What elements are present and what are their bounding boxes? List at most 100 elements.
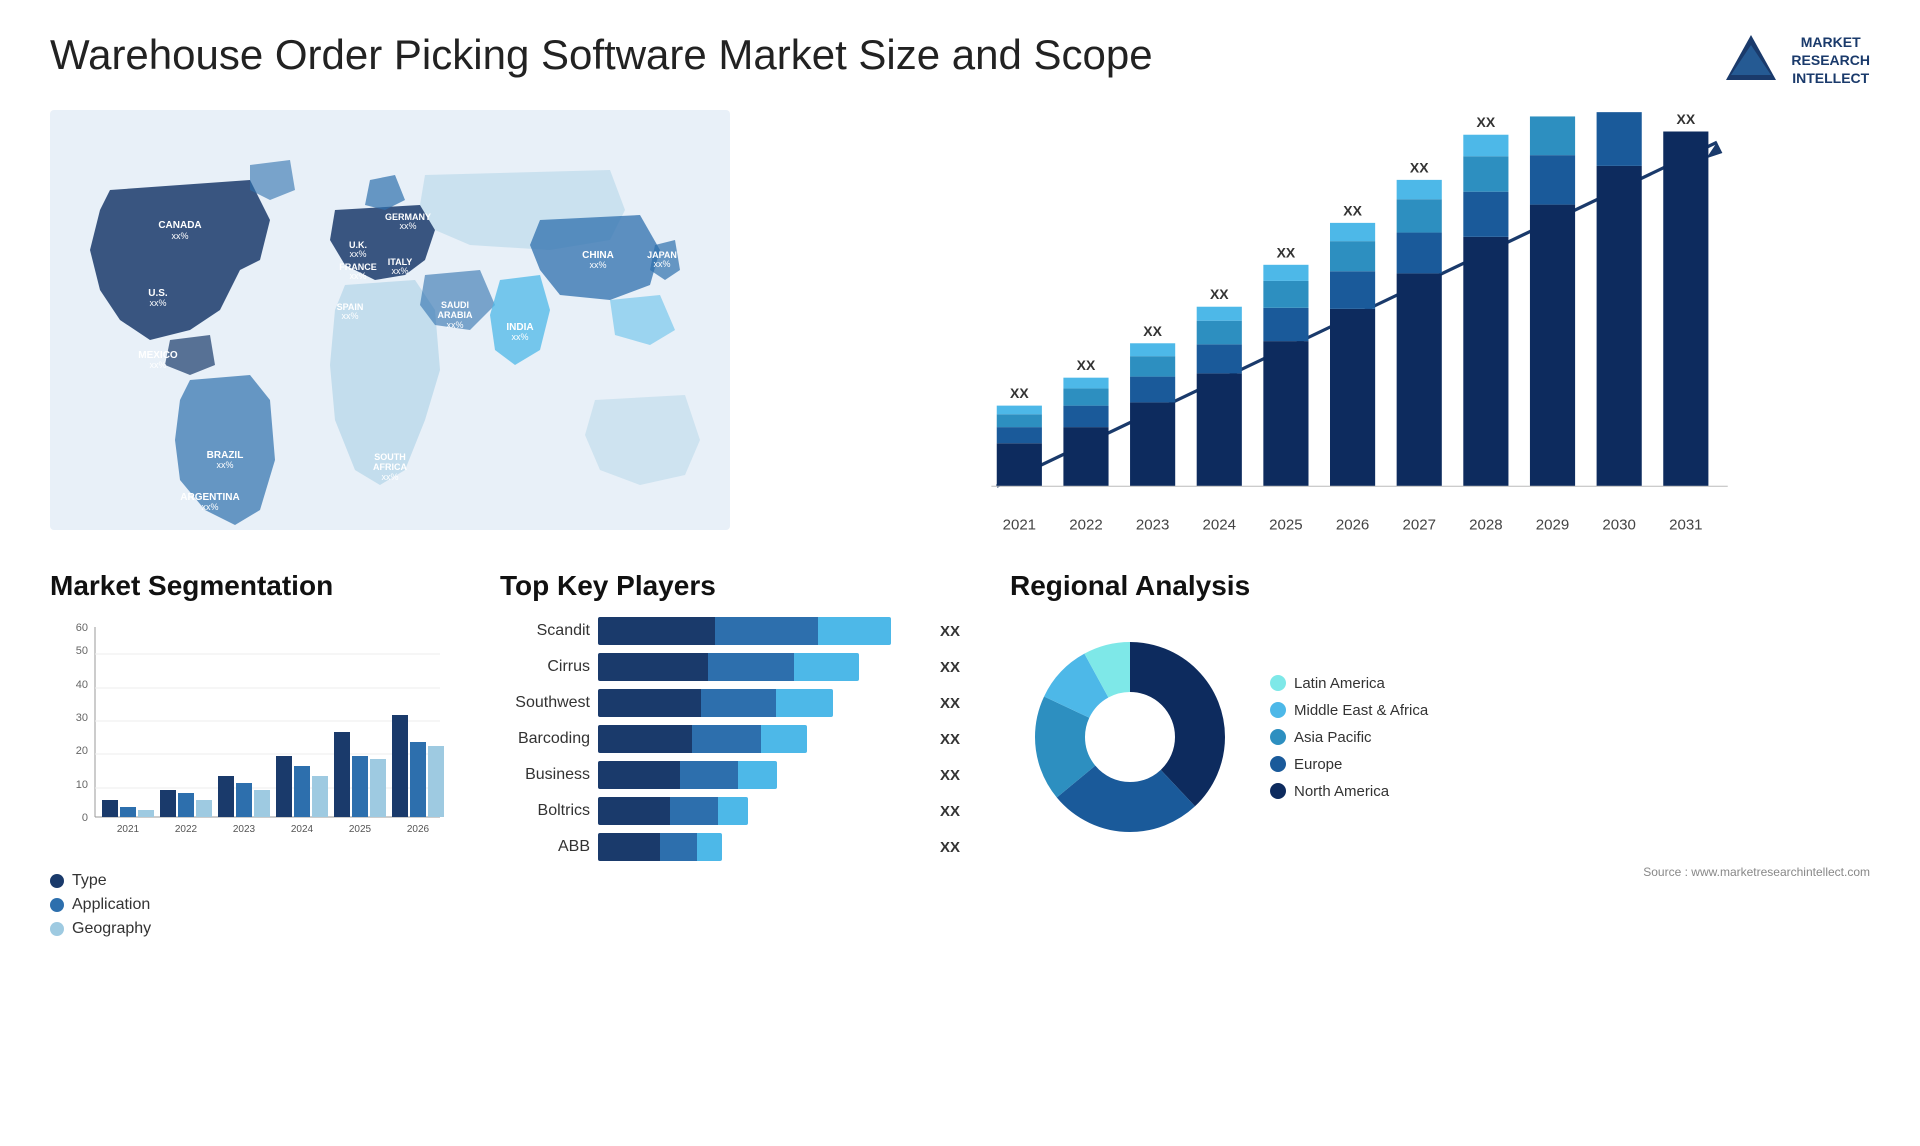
north-america-dot [1270, 783, 1286, 799]
key-players-section: Top Key Players Scandit XX Cirrus [470, 570, 990, 944]
svg-text:xx%: xx% [216, 460, 233, 470]
svg-text:XX: XX [1410, 159, 1429, 175]
regional-section: Regional Analysis [1010, 570, 1870, 944]
svg-text:SOUTH: SOUTH [374, 452, 406, 462]
logo-text: MARKET RESEARCH INTELLECT [1791, 33, 1870, 88]
world-map-svg: CANADA xx% U.S. xx% MEXICO xx% BRAZIL xx… [50, 110, 730, 530]
asia-pacific-dot [1270, 729, 1286, 745]
svg-text:20: 20 [76, 745, 88, 757]
player-row-6: Boltrics XX [500, 797, 960, 825]
legend-type: Type [50, 872, 450, 890]
legend-europe: Europe [1270, 756, 1428, 773]
svg-text:xx%: xx% [341, 311, 358, 321]
segmentation-section: Market Segmentation 0 10 20 30 40 50 60 [50, 570, 450, 944]
legend-middle-east-africa: Middle East & Africa [1270, 702, 1428, 719]
svg-text:AFRICA: AFRICA [373, 462, 407, 472]
key-players-title: Top Key Players [500, 570, 960, 602]
svg-text:ARABIA: ARABIA [438, 310, 473, 320]
logo-area: MARKET RESEARCH INTELLECT [1721, 30, 1870, 90]
player-row-7: ABB XX [500, 833, 960, 861]
svg-text:2028: 2028 [1469, 516, 1502, 533]
svg-text:2025: 2025 [349, 824, 372, 835]
svg-text:XX: XX [1477, 114, 1496, 130]
svg-text:2022: 2022 [175, 824, 198, 835]
legend-north-america: North America [1270, 783, 1428, 800]
svg-text:2022: 2022 [1069, 516, 1102, 533]
segmentation-title: Market Segmentation [50, 570, 450, 602]
player-row-2: Cirrus XX [500, 653, 960, 681]
player-row-3: Southwest XX [500, 689, 960, 717]
page-title: Warehouse Order Picking Software Market … [50, 30, 1153, 80]
svg-text:60: 60 [76, 622, 88, 634]
svg-text:2026: 2026 [1336, 516, 1369, 533]
svg-text:XX: XX [1010, 385, 1029, 401]
svg-text:2023: 2023 [1136, 516, 1169, 533]
regional-legend: Latin America Middle East & Africa Asia … [1270, 675, 1428, 800]
svg-text:30: 30 [76, 712, 88, 724]
svg-text:XX: XX [1677, 111, 1696, 127]
svg-text:0: 0 [82, 812, 88, 824]
svg-text:40: 40 [76, 679, 88, 691]
app-dot [50, 898, 64, 912]
svg-text:XX: XX [1077, 357, 1096, 373]
svg-text:xx%: xx% [589, 260, 606, 270]
legend-latin-america: Latin America [1270, 675, 1428, 692]
svg-text:xx%: xx% [349, 271, 366, 281]
svg-text:xx%: xx% [511, 332, 528, 342]
svg-text:CANADA: CANADA [158, 220, 201, 231]
segmentation-chart: 0 10 20 30 40 50 60 2021 [50, 617, 450, 857]
latin-america-dot [1270, 675, 1286, 691]
growth-chart-svg: 2021 XX 2022 XX 20 [790, 110, 1870, 540]
legend-application: Application [50, 896, 450, 914]
header: Warehouse Order Picking Software Market … [50, 30, 1870, 90]
svg-text:2021: 2021 [117, 824, 140, 835]
svg-text:10: 10 [76, 779, 88, 791]
svg-text:2031: 2031 [1669, 516, 1702, 533]
svg-text:xx%: xx% [446, 320, 463, 330]
svg-text:SAUDI: SAUDI [441, 300, 469, 310]
source-text: Source : www.marketresearchintellect.com [1010, 865, 1870, 879]
player-row-5: Business XX [500, 761, 960, 789]
logo-icon [1721, 30, 1781, 90]
svg-text:2023: 2023 [233, 824, 256, 835]
player-row-1: Scandit XX [500, 617, 960, 645]
top-section: CANADA xx% U.S. xx% MEXICO xx% BRAZIL xx… [50, 110, 1870, 540]
growth-chart-container: 2021 XX 2022 XX 20 [770, 110, 1870, 540]
svg-text:50: 50 [76, 645, 88, 657]
svg-text:2025: 2025 [1269, 516, 1302, 533]
svg-text:xx%: xx% [381, 472, 398, 482]
middle-east-africa-dot [1270, 702, 1286, 718]
svg-text:xx%: xx% [391, 266, 408, 276]
player-row-4: Barcoding XX [500, 725, 960, 753]
svg-text:XX: XX [1277, 244, 1296, 260]
svg-text:2024: 2024 [1203, 516, 1236, 533]
svg-text:xx%: xx% [399, 221, 416, 231]
svg-text:2029: 2029 [1536, 516, 1569, 533]
svg-text:2030: 2030 [1602, 516, 1635, 533]
regional-wrapper: Latin America Middle East & Africa Asia … [1010, 617, 1870, 857]
segmentation-legend: Type Application Geography [50, 872, 450, 938]
svg-text:xx%: xx% [349, 249, 366, 259]
svg-text:XX: XX [1543, 110, 1562, 112]
type-dot [50, 874, 64, 888]
svg-text:2026: 2026 [407, 824, 430, 835]
svg-text:xx%: xx% [171, 231, 188, 241]
svg-text:xx%: xx% [149, 298, 166, 308]
svg-text:2027: 2027 [1402, 516, 1435, 533]
europe-dot [1270, 756, 1286, 772]
regional-title: Regional Analysis [1010, 570, 1870, 602]
svg-text:xx%: xx% [201, 502, 218, 512]
svg-text:2024: 2024 [291, 824, 314, 835]
map-container: CANADA xx% U.S. xx% MEXICO xx% BRAZIL xx… [50, 110, 730, 540]
svg-text:XX: XX [1343, 202, 1362, 218]
svg-text:XX: XX [1210, 286, 1229, 302]
svg-text:2021: 2021 [1003, 516, 1036, 533]
donut-chart [1010, 617, 1250, 857]
page: Warehouse Order Picking Software Market … [0, 0, 1920, 1146]
legend-geography: Geography [50, 920, 450, 938]
geo-dot [50, 922, 64, 936]
svg-text:xx%: xx% [149, 360, 166, 370]
bottom-section: Market Segmentation 0 10 20 30 40 50 60 [50, 570, 1870, 944]
svg-text:xx%: xx% [653, 259, 670, 269]
legend-asia-pacific: Asia Pacific [1270, 729, 1428, 746]
